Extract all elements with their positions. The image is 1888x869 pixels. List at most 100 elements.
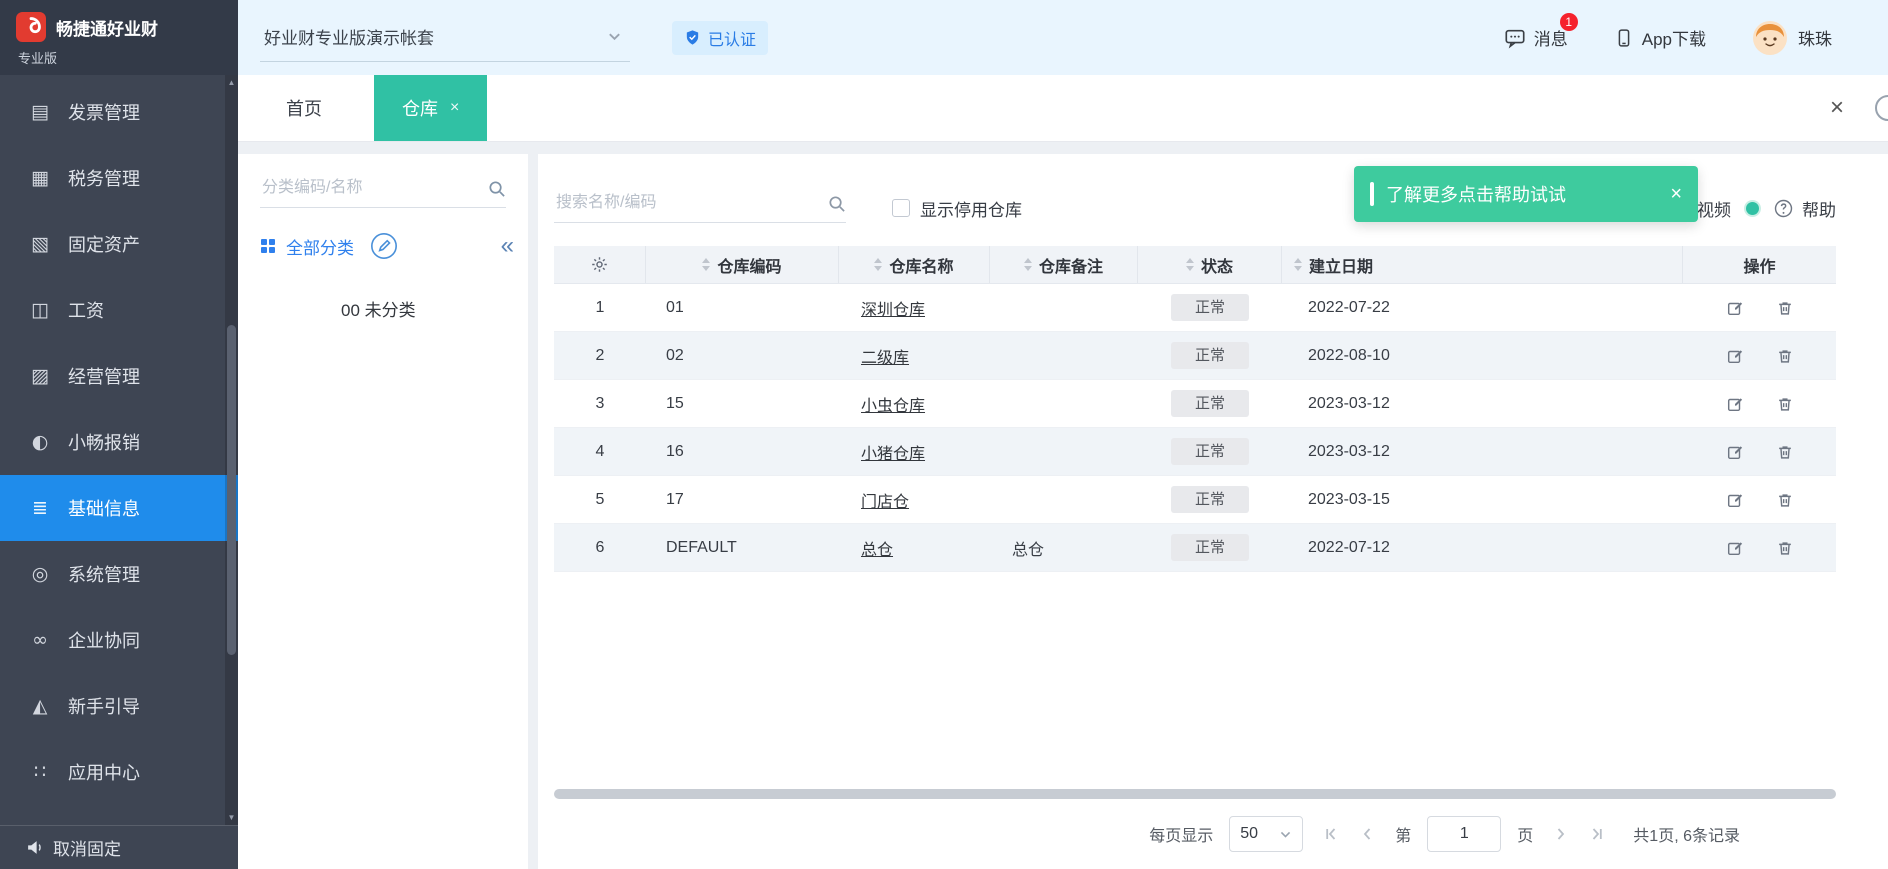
warehouse-name-link[interactable]: 深圳仓库 [861, 302, 925, 319]
first-page-icon[interactable] [1323, 826, 1339, 842]
scroll-up-icon[interactable]: ▲ [225, 78, 238, 87]
edit-icon[interactable] [1726, 539, 1744, 557]
warehouse-code: 02 [666, 346, 684, 364]
search-icon[interactable] [487, 179, 506, 198]
warehouse-name-link[interactable]: 总仓 [861, 542, 893, 559]
warehouse-name-link[interactable]: 小猪仓库 [861, 446, 925, 463]
messages-button[interactable]: 消息 1 [1504, 13, 1578, 50]
account-select[interactable]: 好业财专业版演示帐套 [260, 14, 630, 62]
toast-close-icon[interactable]: × [1670, 183, 1682, 206]
avatar [1752, 20, 1788, 56]
column-header[interactable]: 仓库备注 [990, 246, 1138, 283]
search-icon[interactable] [827, 194, 846, 213]
sort-icon[interactable] [874, 258, 883, 271]
sort-icon[interactable] [1185, 258, 1194, 271]
edit-category-icon[interactable] [370, 232, 398, 260]
warehouse-search-input[interactable] [554, 193, 819, 213]
warehouse-code: DEFAULT [666, 538, 737, 556]
category-search-input[interactable] [260, 178, 479, 198]
tax-icon: ▦ [31, 167, 49, 189]
column-settings-cell [554, 246, 646, 283]
horizontal-scrollbar[interactable] [554, 789, 1836, 799]
sidebar-item-label: 税务管理 [68, 169, 140, 189]
category-search [260, 178, 506, 208]
sidebar-scrollbar[interactable]: ▲ ▼ [225, 75, 238, 825]
app-download-button[interactable]: App下载 [1614, 25, 1706, 50]
warehouse-name-link[interactable]: 小虫仓库 [861, 398, 925, 415]
tab[interactable]: 首页 [258, 75, 350, 141]
tab-close-icon[interactable]: × [450, 99, 459, 117]
collapse-panel-icon[interactable]: « [501, 234, 514, 258]
column-header[interactable]: 状态 [1138, 246, 1282, 283]
category-tree-item[interactable]: 00 未分类 [238, 296, 528, 321]
column-header[interactable]: 仓库名称 [839, 246, 990, 283]
table-body: 1 01 深圳仓库 正常 2022-07-22 2 02 二级库 正常 2022… [554, 284, 1836, 572]
close-all-tabs-icon[interactable]: × [1830, 94, 1844, 122]
edit-icon[interactable] [1726, 395, 1744, 413]
scrollbar-thumb[interactable] [227, 325, 236, 655]
sidebar-item-label: 新手引导 [68, 697, 140, 717]
sort-icon[interactable] [702, 258, 711, 271]
edit-icon[interactable] [1726, 347, 1744, 365]
column-label: 仓库备注 [1038, 258, 1103, 276]
message-bubble-icon [1504, 27, 1526, 49]
sidebar-item[interactable]: ◫ 工资 [0, 277, 238, 343]
edit-icon[interactable] [1726, 443, 1744, 461]
warehouse-name-link[interactable]: 二级库 [861, 350, 909, 367]
sidebar-item-label: 应用中心 [68, 763, 140, 783]
app-center-icon: ∷ [33, 761, 47, 783]
delete-icon[interactable] [1776, 539, 1794, 557]
warehouse-name-link[interactable]: 门店仓 [861, 494, 909, 511]
column-header[interactable]: 建立日期 [1282, 246, 1683, 283]
sidebar-item[interactable]: ◐ 小畅报销 [0, 409, 238, 475]
warehouse-code: 16 [666, 442, 684, 460]
delete-icon[interactable] [1776, 347, 1794, 365]
sidebar-item[interactable]: ▨ 经营管理 [0, 343, 238, 409]
sidebar-item[interactable]: ◭ 新手引导 [0, 673, 238, 739]
video-toggle[interactable] [1746, 201, 1759, 215]
warehouse-table: 仓库编码 仓库名称 仓库备注 状态 建立日期 操作 1 01 深圳仓库 正常 2… [554, 246, 1836, 572]
unpin-icon [26, 839, 43, 856]
create-date: 2023-03-15 [1308, 490, 1390, 508]
delete-icon[interactable] [1776, 443, 1794, 461]
refresh-icon[interactable] [1875, 95, 1888, 121]
prev-page-icon[interactable] [1359, 826, 1375, 842]
edit-icon[interactable] [1726, 491, 1744, 509]
video-label[interactable]: 视频 [1697, 196, 1731, 221]
delete-icon[interactable] [1776, 395, 1794, 413]
sidebar-item[interactable]: ◎ 系统管理 [0, 541, 238, 607]
page-size-select[interactable]: 50 [1229, 816, 1304, 852]
sort-icon[interactable] [1023, 258, 1032, 271]
sort-icon[interactable] [1294, 258, 1302, 271]
tab[interactable]: 仓库 × [374, 75, 488, 141]
sidebar-item[interactable]: ≣ 基础信息 [0, 475, 238, 541]
gear-icon[interactable] [590, 255, 609, 274]
show-disabled-checkbox[interactable] [892, 199, 910, 217]
help-label[interactable]: 帮助 [1802, 196, 1836, 221]
sidebar-item[interactable]: ▤ 发票管理 [0, 79, 238, 145]
edit-icon[interactable] [1726, 299, 1744, 317]
current-page-input[interactable] [1427, 816, 1502, 852]
delete-icon[interactable] [1776, 299, 1794, 317]
brand-name: 畅捷通好业财 [56, 19, 158, 39]
row-index: 1 [595, 298, 605, 316]
column-header[interactable]: 仓库编码 [646, 246, 839, 283]
unpin-label: 取消固定 [53, 840, 121, 859]
question-circle-icon[interactable] [1774, 199, 1793, 218]
last-page-icon[interactable] [1589, 826, 1605, 842]
user-menu[interactable]: 珠珠 [1752, 20, 1832, 56]
unpin-button[interactable]: 取消固定 [0, 825, 238, 869]
sidebar-item[interactable]: ▧ 固定资产 [0, 211, 238, 277]
brand-block: 畅捷通好业财 专业版 [0, 0, 238, 75]
hscroll-thumb[interactable] [554, 789, 1836, 799]
sidebar-item[interactable]: ∷ 应用中心 [0, 739, 238, 805]
next-page-icon[interactable] [1553, 826, 1569, 842]
invoice-icon: ▤ [31, 101, 49, 123]
delete-icon[interactable] [1776, 491, 1794, 509]
scroll-down-icon[interactable]: ▼ [225, 813, 238, 822]
sidebar-item[interactable]: ∞ 企业协同 [0, 607, 238, 673]
status-badge: 正常 [1171, 534, 1249, 561]
sidebar-item[interactable]: ▦ 税务管理 [0, 145, 238, 211]
ops-column-header: 操作 [1743, 258, 1776, 276]
all-categories-label[interactable]: 全部分类 [286, 234, 354, 259]
